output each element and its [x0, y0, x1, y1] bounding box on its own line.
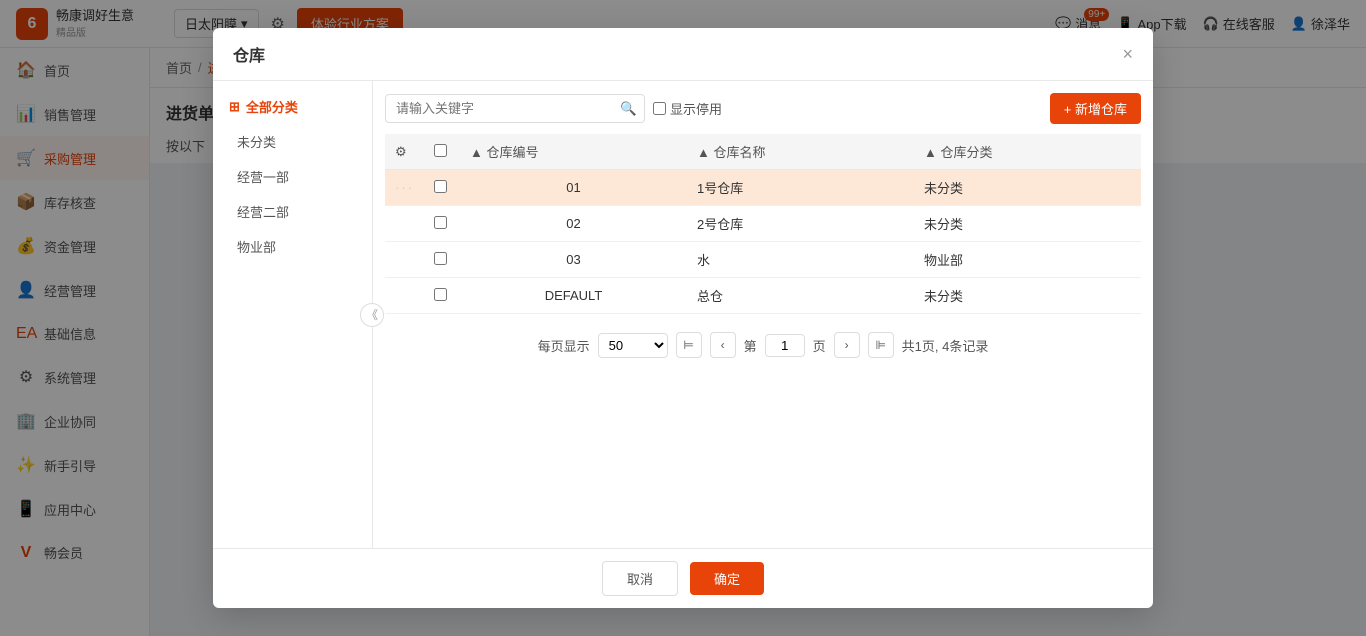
- show-disabled-label[interactable]: 显示停用: [653, 99, 722, 118]
- category-panel: ⊞ 全部分类 未分类 经营一部 经营二部 物业部 《: [213, 81, 373, 548]
- last-page-button[interactable]: ⊫: [868, 332, 894, 358]
- table-row[interactable]: DEFAULT 总仓 未分类: [385, 278, 1141, 314]
- col-gear: ⚙: [385, 134, 424, 170]
- table-panel: 🔍 显示停用 + 新增仓库 ⚙ ▲ 仓: [373, 81, 1153, 548]
- row-checkbox[interactable]: [424, 206, 460, 242]
- col-name: ▲ 仓库名称: [687, 134, 914, 170]
- row-category: 未分类: [914, 278, 1141, 314]
- table-row[interactable]: ··· 01 1号仓库 未分类: [385, 170, 1141, 206]
- category-item-uncategorized[interactable]: 未分类: [213, 124, 372, 159]
- row-checkbox[interactable]: [424, 170, 460, 206]
- collapse-button[interactable]: 《: [360, 303, 384, 327]
- dialog-footer: 取消 确定: [213, 548, 1153, 608]
- cancel-button[interactable]: 取消: [602, 561, 678, 596]
- page-word: 第: [744, 336, 757, 355]
- row-num: 02: [460, 206, 687, 242]
- search-button[interactable]: 🔍: [620, 101, 637, 117]
- dialog-header: 仓库 ×: [213, 28, 1153, 81]
- confirm-button[interactable]: 确定: [690, 562, 764, 595]
- row-warehouse-name: 1号仓库: [687, 170, 914, 206]
- warehouse-table: ⚙ ▲ 仓库编号 ▲ 仓库名称 ▲ 仓库分类: [385, 134, 1141, 314]
- category-item-ops2[interactable]: 经营二部: [213, 194, 372, 229]
- per-page-label: 每页显示: [538, 336, 590, 355]
- row-gear: [385, 278, 424, 314]
- table-row[interactable]: 03 水 物业部: [385, 242, 1141, 278]
- row-gear: [385, 206, 424, 242]
- row-checkbox[interactable]: [424, 278, 460, 314]
- select-all-checkbox[interactable]: [434, 144, 447, 157]
- add-warehouse-button[interactable]: + 新增仓库: [1050, 93, 1141, 124]
- pagination-bar: 每页显示 50 20 100 ⊨ ‹ 第 页 › ⊫ 共1页, 4条记录: [385, 322, 1141, 368]
- page-number-input[interactable]: [765, 334, 805, 357]
- col-checkbox: [424, 134, 460, 170]
- category-all[interactable]: ⊞ 全部分类: [213, 89, 372, 124]
- row-category: 未分类: [914, 206, 1141, 242]
- first-page-button[interactable]: ⊨: [676, 332, 702, 358]
- search-input[interactable]: [385, 94, 645, 123]
- row-category: 物业部: [914, 242, 1141, 278]
- col-code: ▲ 仓库编号: [460, 134, 687, 170]
- search-input-wrap: 🔍: [385, 94, 645, 123]
- table-row[interactable]: 02 2号仓库 未分类: [385, 206, 1141, 242]
- show-disabled-checkbox[interactable]: [653, 102, 666, 115]
- row-warehouse-name: 总仓: [687, 278, 914, 314]
- dialog-overlay: 仓库 × ⊞ 全部分类 未分类 经营一部 经营二部 物业部 《: [0, 0, 1366, 636]
- row-warehouse-name: 2号仓库: [687, 206, 914, 242]
- table-toolbar: 🔍 显示停用 + 新增仓库: [385, 93, 1141, 124]
- warehouse-dialog: 仓库 × ⊞ 全部分类 未分类 经营一部 经营二部 物业部 《: [213, 28, 1153, 608]
- category-item-ops1[interactable]: 经营一部: [213, 159, 372, 194]
- dialog-close-button[interactable]: ×: [1122, 44, 1133, 65]
- row-gear: [385, 242, 424, 278]
- dialog-body: ⊞ 全部分类 未分类 经营一部 经营二部 物业部 《 🔍: [213, 81, 1153, 548]
- grid-icon: ⊞: [229, 99, 240, 115]
- row-warehouse-name: 水: [687, 242, 914, 278]
- row-gear: ···: [385, 170, 424, 206]
- prev-page-button[interactable]: ‹: [710, 332, 736, 358]
- per-page-select[interactable]: 50 20 100: [598, 333, 668, 358]
- category-all-label: 全部分类: [246, 97, 298, 116]
- total-info: 共1页, 4条记录: [902, 336, 989, 355]
- next-page-button[interactable]: ›: [834, 332, 860, 358]
- row-checkbox[interactable]: [424, 242, 460, 278]
- row-num: 01: [460, 170, 687, 206]
- row-num: DEFAULT: [460, 278, 687, 314]
- category-item-property[interactable]: 物业部: [213, 229, 372, 264]
- row-category: 未分类: [914, 170, 1141, 206]
- row-num: 03: [460, 242, 687, 278]
- col-category: ▲ 仓库分类: [914, 134, 1141, 170]
- page-label: 页: [813, 336, 826, 355]
- dialog-title: 仓库: [233, 42, 265, 66]
